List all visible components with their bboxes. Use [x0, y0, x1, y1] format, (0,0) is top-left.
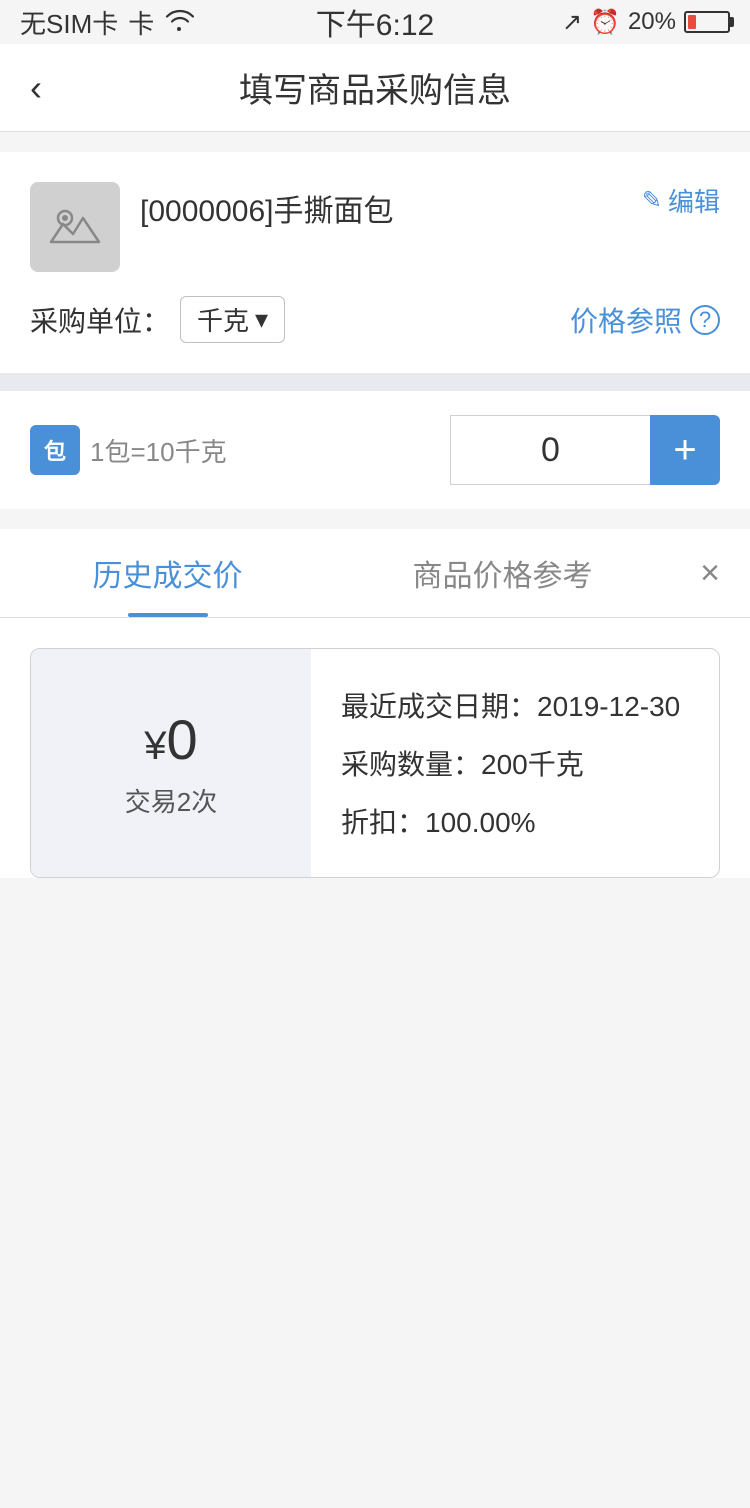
product-thumbnail — [30, 182, 120, 272]
price-right-panel: 最近成交日期：2019-12-30 采购数量：200千克 折扣：100.00% — [311, 649, 719, 877]
quantity-value: 0 — [541, 431, 560, 470]
quantity-input[interactable]: 0 — [450, 415, 650, 485]
discount-row: 折扣：100.00% — [341, 801, 689, 841]
unit-conversion: 1包=10千克 — [90, 432, 227, 469]
tabs-header: 历史成交价 商品价格参考 × — [0, 529, 750, 618]
recent-date-label: 最近成交日期： — [341, 691, 537, 722]
recent-date-row: 最近成交日期：2019-12-30 — [341, 685, 689, 725]
status-time: 下午6:12 — [316, 0, 434, 44]
wifi-icon — [164, 7, 194, 38]
product-info: [0000006]手撕面包 — [30, 182, 642, 272]
alarm-icon: ⏰ — [590, 8, 620, 37]
location-icon: ↗ — [562, 8, 582, 37]
price-amount: ¥0 — [144, 707, 197, 772]
edit-button[interactable]: ✎ 编辑 — [642, 182, 720, 219]
status-bar: 无SIM卡 卡 下午6:12 ↗ ⏰ 20% — [0, 0, 750, 44]
unit-selector[interactable]: 千克 ▾ — [180, 296, 285, 343]
thumbnail-icon — [47, 196, 103, 259]
tab-price-reference[interactable]: 商品价格参考 — [335, 529, 670, 617]
purchase-unit: 采购单位： 千克 ▾ — [30, 296, 285, 343]
quantity-plus-button[interactable]: + — [650, 415, 720, 485]
product-footer: 采购单位： 千克 ▾ 价格参照 ? — [30, 296, 720, 343]
discount-label: 折扣： — [341, 807, 425, 838]
status-left: 无SIM卡 卡 — [20, 4, 194, 41]
section-divider — [0, 373, 750, 391]
discount-value: 100.00% — [425, 807, 536, 838]
price-value: 0 — [167, 708, 198, 771]
price-left-panel: ¥0 交易2次 — [31, 649, 311, 877]
purchase-quantity-row: 采购数量：200千克 — [341, 743, 689, 783]
sim-text: 卡 — [128, 4, 154, 41]
back-button[interactable]: ‹ — [30, 67, 42, 109]
edit-icon: ✎ — [642, 186, 662, 215]
product-name: [0000006]手撕面包 — [140, 182, 393, 230]
nav-bar: ‹ 填写商品采购信息 — [0, 44, 750, 132]
quantity-row: 包 1包=10千克 0 + — [0, 391, 750, 509]
unit-value: 千克 — [197, 301, 249, 338]
page-title: 填写商品采购信息 — [239, 63, 511, 112]
status-right: ↗ ⏰ 20% — [562, 8, 730, 37]
purchase-quantity-label: 采购数量： — [341, 749, 481, 780]
help-icon: ? — [690, 305, 720, 335]
battery-icon — [684, 11, 730, 33]
unit-badge: 包 — [30, 425, 80, 475]
price-ref-button[interactable]: 价格参照 ? — [570, 300, 720, 340]
tab-history-price[interactable]: 历史成交价 — [0, 529, 335, 617]
tab-history-price-label: 历史成交价 — [93, 551, 243, 595]
purchase-quantity-value: 200千克 — [481, 749, 584, 780]
price-ref-label: 价格参照 — [570, 300, 682, 340]
price-trades: 交易2次 — [125, 782, 217, 819]
quantity-control: 0 + — [450, 415, 720, 485]
tab-price-reference-label: 商品价格参考 — [413, 551, 593, 595]
dropdown-arrow-icon: ▾ — [255, 304, 268, 335]
main-content — [0, 908, 750, 1508]
product-header: [0000006]手撕面包 ✎ 编辑 — [30, 182, 720, 272]
quantity-unit-info: 包 1包=10千克 — [30, 425, 227, 475]
price-ref-card: ¥0 交易2次 最近成交日期：2019-12-30 采购数量：200千克 折扣：… — [30, 648, 720, 878]
edit-label: 编辑 — [668, 182, 720, 219]
carrier-text: 无SIM卡 — [20, 4, 118, 41]
product-card: [0000006]手撕面包 ✎ 编辑 采购单位： 千克 ▾ 价格参照 ? — [0, 152, 750, 373]
unit-label: 采购单位： — [30, 300, 170, 340]
battery-percent: 20% — [628, 8, 676, 36]
tab-close-button[interactable]: × — [670, 529, 750, 617]
currency-symbol: ¥ — [144, 724, 166, 768]
recent-date-value: 2019-12-30 — [537, 691, 680, 722]
tabs-section: 历史成交价 商品价格参考 × ¥0 交易2次 最近成交日期：2019-12-30… — [0, 529, 750, 878]
